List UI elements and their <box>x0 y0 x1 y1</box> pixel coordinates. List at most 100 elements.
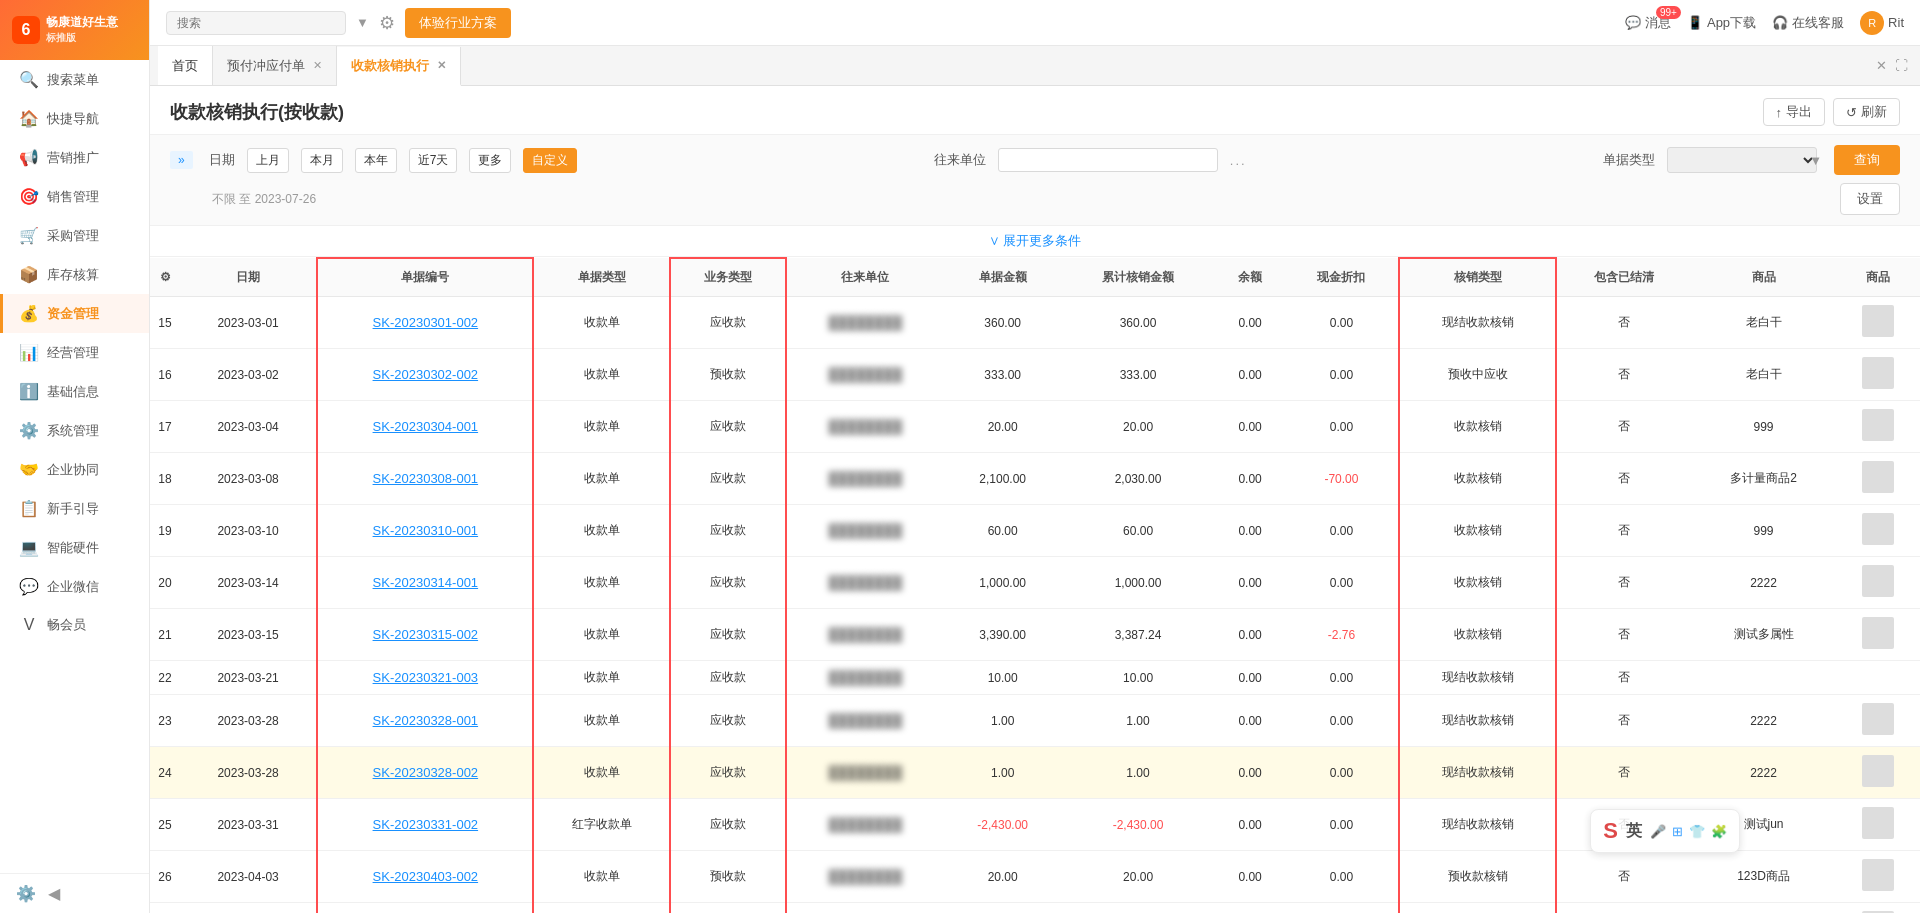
cell-partner: ████████ <box>786 349 945 401</box>
docnum-link[interactable]: SK-20230321-003 <box>373 670 479 685</box>
docnum-link[interactable]: SK-20230403-002 <box>373 869 479 884</box>
cell-doctype: 收款单 <box>533 903 670 914</box>
sidebar-item-hardware[interactable]: 💻 智能硬件 <box>0 528 149 567</box>
partner-input[interactable] <box>998 148 1218 172</box>
cell-biztype: 应收款 <box>670 557 786 609</box>
cell-goods1: 123D商品 <box>1691 851 1836 903</box>
cell-amount: -2,430.00 <box>944 799 1061 851</box>
cell-writeoff: -2,430.00 <box>1061 799 1215 851</box>
sidebar-item-search[interactable]: 🔍 搜索菜单 <box>0 60 149 99</box>
cell-included: 否 <box>1556 557 1691 609</box>
online-service-button[interactable]: 🎧 在线客服 <box>1772 14 1844 32</box>
expand-more-bar[interactable]: ∨ 展开更多条件 <box>150 226 1920 257</box>
docnum-link[interactable]: SK-20230331-002 <box>373 817 479 832</box>
date-last-7days-button[interactable]: 近7天 <box>409 148 458 173</box>
cell-goods2 <box>1836 851 1920 903</box>
expand-more-label: ∨ 展开更多条件 <box>989 233 1082 248</box>
cell-date: 2023-03-14 <box>180 557 317 609</box>
docnum-link[interactable]: SK-20230301-002 <box>373 315 479 330</box>
cell-balance: 0.00 <box>1215 903 1285 914</box>
sidebar-item-purchase[interactable]: 🛒 采购管理 <box>0 216 149 255</box>
sidebar-item-operation[interactable]: 📊 经营管理 <box>0 333 149 372</box>
sidebar-item-basic[interactable]: ℹ️ 基础信息 <box>0 372 149 411</box>
sidebar-nav: 🔍 搜索菜单🏠 快捷导航📢 营销推广🎯 销售管理🛒 采购管理📦 库存核算💰 资金… <box>0 60 149 873</box>
cell-nuctype: 现结收款核销 <box>1399 661 1557 695</box>
cell-docnum: SK-20230314-001 <box>317 557 533 609</box>
collapse-icon[interactable]: ◀ <box>48 884 60 903</box>
export-label: 导出 <box>1786 103 1812 121</box>
cell-nuctype: 现结收款核销 <box>1399 799 1557 851</box>
col-settings[interactable]: ⚙ <box>150 258 180 297</box>
docnum-link[interactable]: SK-20230308-001 <box>373 471 479 486</box>
cell-goods1: 2222 <box>1691 747 1836 799</box>
col-goods1: 商品 <box>1691 258 1836 297</box>
date-custom-button[interactable]: 自定义 <box>523 148 577 173</box>
docnum-link[interactable]: SK-20230310-001 <box>373 523 479 538</box>
sidebar-item-system[interactable]: ⚙️ 系统管理 <box>0 411 149 450</box>
username: Rit <box>1888 15 1904 30</box>
refresh-button[interactable]: ↺ 刷新 <box>1833 98 1900 126</box>
cell-docnum: SK-20230304-001 <box>317 401 533 453</box>
settings-icon[interactable]: ⚙️ <box>16 884 36 903</box>
sidebar-item-member[interactable]: V 畅会员 <box>0 606 149 644</box>
user-menu[interactable]: R Rit <box>1860 11 1904 35</box>
docnum-link[interactable]: SK-20230302-002 <box>373 367 479 382</box>
sidebar-item-corp[interactable]: 🤝 企业协同 <box>0 450 149 489</box>
tab-writeoff[interactable]: 收款核销执行 ✕ <box>337 47 461 86</box>
sidebar-label-system: 系统管理 <box>47 422 99 440</box>
main-area: ▼ ⚙ 体验行业方案 💬 消息 99+ 📱 App下载 🎧 在线客服 R Rit <box>150 0 1920 913</box>
cell-goods2 <box>1836 505 1920 557</box>
search-input[interactable] <box>166 11 346 35</box>
date-more-button[interactable]: 更多 <box>469 148 511 173</box>
message-icon: 💬 <box>1625 15 1641 30</box>
gear-icon[interactable]: ⚙ <box>379 12 395 34</box>
sidebar-item-finance[interactable]: 💰 资金管理 <box>0 294 149 333</box>
docnum-link[interactable]: SK-20230328-002 <box>373 765 479 780</box>
date-this-year-button[interactable]: 本年 <box>355 148 397 173</box>
sidebar-item-inventory[interactable]: 📦 库存核算 <box>0 255 149 294</box>
cell-discount: 0.00 <box>1285 557 1399 609</box>
table-row: 20 2023-03-14 SK-20230314-001 收款单 应收款 ██… <box>150 557 1920 609</box>
tab-writeoff-close[interactable]: ✕ <box>437 59 446 72</box>
sidebar-item-guide[interactable]: 📋 新手引导 <box>0 489 149 528</box>
query-button[interactable]: 查询 <box>1834 145 1900 175</box>
sidebar-item-sales[interactable]: 🎯 销售管理 <box>0 177 149 216</box>
fullscreen-icon[interactable]: ⛶ <box>1895 58 1908 73</box>
settings-button[interactable]: 设置 <box>1840 183 1900 215</box>
cell-partner: ████████ <box>786 903 945 914</box>
tab-home[interactable]: 首页 <box>158 46 213 85</box>
partner-label: 往来单位 <box>934 151 986 169</box>
app-name: 畅康道好生意 <box>46 15 118 31</box>
cell-nuctype: 预收款核销 <box>1399 851 1557 903</box>
cell-writeoff: 60.00 <box>1061 505 1215 557</box>
date-last-month-button[interactable]: 上月 <box>247 148 289 173</box>
docnum-link[interactable]: SK-20230315-002 <box>373 627 479 642</box>
sidebar-item-marketing[interactable]: 📢 营销推广 <box>0 138 149 177</box>
dropdown-icon[interactable]: ▼ <box>356 15 369 30</box>
export-button[interactable]: ↑ 导出 <box>1763 98 1826 126</box>
filter-expand-button[interactable]: » <box>170 151 193 169</box>
sidebar-item-shortcut[interactable]: 🏠 快捷导航 <box>0 99 149 138</box>
tab-payables-close[interactable]: ✕ <box>313 59 322 72</box>
app-download-button[interactable]: 📱 App下载 <box>1687 14 1756 32</box>
goods-image <box>1862 461 1894 493</box>
cell-docnum: SK-20230315-002 <box>317 609 533 661</box>
cell-writeoff: 20.00 <box>1061 851 1215 903</box>
cell-nuctype: 现结收款核销 <box>1399 297 1557 349</box>
docnum-link[interactable]: SK-20230304-001 <box>373 419 479 434</box>
tab-payables[interactable]: 预付冲应付单 ✕ <box>213 46 337 85</box>
cell-nuctype: 现结收款核销 <box>1399 747 1557 799</box>
sidebar-item-wechat[interactable]: 💬 企业微信 <box>0 567 149 606</box>
cell-no: 21 <box>150 609 180 661</box>
date-this-month-button[interactable]: 本月 <box>301 148 343 173</box>
doc-type-select[interactable] <box>1667 147 1817 173</box>
cell-partner: ████████ <box>786 747 945 799</box>
sidebar-label-sales: 销售管理 <box>47 188 99 206</box>
cell-amount: 2,100.00 <box>944 453 1061 505</box>
cell-biztype: 应收款 <box>670 903 786 914</box>
docnum-link[interactable]: SK-20230314-001 <box>373 575 479 590</box>
docnum-link[interactable]: SK-20230328-001 <box>373 713 479 728</box>
industry-solution-button[interactable]: 体验行业方案 <box>405 8 511 38</box>
close-tab-icon[interactable]: ✕ <box>1876 58 1887 73</box>
messages-button[interactable]: 💬 消息 99+ <box>1625 14 1671 32</box>
